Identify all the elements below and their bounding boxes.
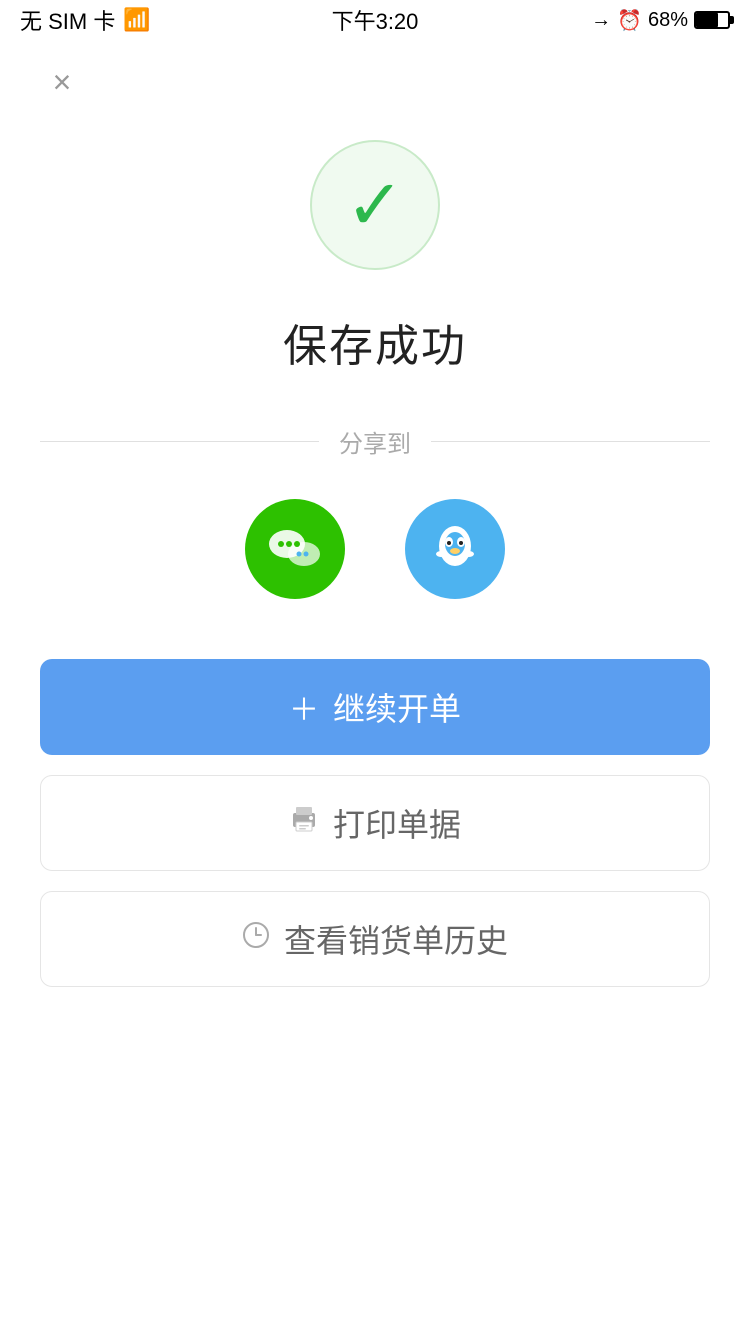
action-buttons: ＋ 继续开单 打印单据 bbox=[40, 659, 710, 987]
share-label: 分享到 bbox=[339, 424, 411, 459]
continue-button[interactable]: ＋ 继续开单 bbox=[40, 659, 710, 755]
close-button[interactable]: × bbox=[40, 60, 84, 104]
status-left: 无 SIM 卡 📶 bbox=[20, 4, 151, 36]
print-button[interactable]: 打印单据 bbox=[40, 775, 710, 871]
printer-icon bbox=[289, 805, 319, 841]
status-right: → ⏰ 68% bbox=[591, 8, 730, 33]
history-button[interactable]: 查看销货单历史 bbox=[40, 891, 710, 987]
print-label: 打印单据 bbox=[333, 800, 461, 846]
share-section: 分享到 bbox=[40, 424, 710, 599]
alarm-icon: ⏰ bbox=[617, 8, 642, 33]
battery-icon bbox=[694, 11, 730, 29]
qq-share-button[interactable] bbox=[405, 499, 505, 599]
success-title: 保存成功 bbox=[283, 310, 467, 374]
plus-icon: ＋ bbox=[289, 685, 319, 729]
wechat-icon bbox=[266, 524, 324, 574]
status-time: 下午3:20 bbox=[332, 4, 419, 36]
qq-icon bbox=[426, 520, 484, 578]
wechat-share-button[interactable] bbox=[245, 499, 345, 599]
share-icons bbox=[245, 499, 505, 599]
wifi-icon: 📶 bbox=[123, 7, 150, 33]
checkmark-icon: ✓ bbox=[346, 170, 405, 240]
continue-label: 继续开单 bbox=[333, 684, 461, 730]
sim-text: 无 SIM 卡 bbox=[20, 4, 115, 36]
location-icon: → bbox=[591, 9, 611, 32]
divider-line-left bbox=[40, 441, 319, 442]
close-icon: × bbox=[53, 66, 72, 98]
success-icon-wrapper: ✓ bbox=[310, 140, 440, 270]
main-content: × ✓ 保存成功 分享到 bbox=[0, 40, 750, 1334]
divider-row: 分享到 bbox=[40, 424, 710, 459]
history-icon bbox=[242, 921, 270, 957]
history-label: 查看销货单历史 bbox=[284, 916, 508, 962]
divider-line-right bbox=[431, 441, 710, 442]
status-bar: 无 SIM 卡 📶 下午3:20 → ⏰ 68% bbox=[0, 0, 750, 40]
battery-percent: 68% bbox=[648, 9, 688, 32]
